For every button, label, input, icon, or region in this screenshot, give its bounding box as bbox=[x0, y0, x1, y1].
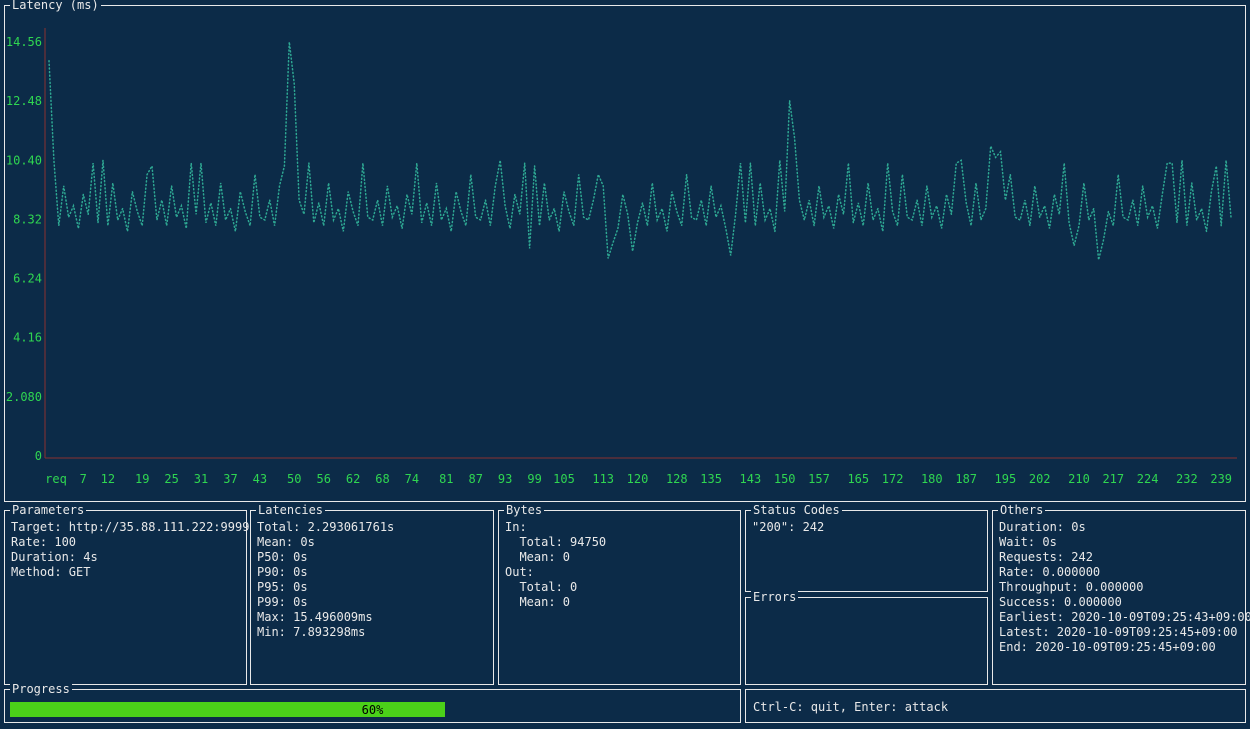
x-tick-label: 217 bbox=[1102, 472, 1124, 486]
x-tick-label: 81 bbox=[439, 472, 453, 486]
others-panel-body: Duration: 0s Wait: 0s Requests: 242 Rate: 0… bbox=[993, 511, 1250, 655]
text-line: "200": 242 bbox=[752, 520, 825, 534]
x-tick-label: 224 bbox=[1137, 472, 1159, 486]
terminal-root[interactable]: { "colors":{ "bg":"#0c2b48", "fg":"#e9e9… bbox=[0, 0, 1250, 729]
latencies-panel: Latencies Total: 2.293061761s Mean: 0s P50… bbox=[250, 503, 494, 685]
x-tick-label: 187 bbox=[955, 472, 977, 486]
x-tick-label: 37 bbox=[223, 472, 237, 486]
x-tick-label: 150 bbox=[774, 472, 796, 486]
x-tick-label: 56 bbox=[316, 472, 330, 486]
text-line: P99: 0s bbox=[257, 595, 308, 609]
text-line: Success: 0.000000 bbox=[999, 595, 1122, 609]
others-panel: Others Duration: 0s Wait: 0s Requests: 242… bbox=[992, 503, 1250, 685]
text-line: Total: 2.293061761s bbox=[257, 520, 395, 534]
text-line: In: bbox=[505, 520, 527, 534]
progress-gauge-label: 60% bbox=[361, 703, 384, 717]
x-tick-label: 232 bbox=[1176, 472, 1198, 486]
x-tick-label: 62 bbox=[346, 472, 360, 486]
x-tick-label: 99 bbox=[527, 472, 541, 486]
latencies-panel-body: Total: 2.293061761s Mean: 0s P50: 0s P90: 0… bbox=[251, 511, 493, 640]
x-tick-label: 31 bbox=[194, 472, 208, 486]
others-panel-title: Others bbox=[998, 503, 1046, 517]
x-tick-label: 93 bbox=[498, 472, 512, 486]
parameters-panel-title: Parameters bbox=[10, 503, 87, 517]
x-tick-label: 12 bbox=[101, 472, 115, 486]
x-tick-label: 87 bbox=[468, 472, 482, 486]
x-tick-label: 157 bbox=[808, 472, 830, 486]
text-line: P90: 0s bbox=[257, 565, 308, 579]
y-tick-label: 6.24 bbox=[13, 272, 42, 286]
text-line: Requests: 242 bbox=[999, 550, 1093, 564]
x-tick-label: 50 bbox=[287, 472, 301, 486]
text-line: Out: bbox=[505, 565, 534, 579]
text-line: Throughput: 0.000000 bbox=[999, 580, 1144, 594]
status-codes-panel: Status Codes "200": 242 bbox=[745, 503, 988, 592]
text-line: Total: 94750 bbox=[505, 535, 607, 549]
text-line: P95: 0s bbox=[257, 580, 308, 594]
x-tick-label: 43 bbox=[253, 472, 267, 486]
x-tick-label: 7 bbox=[80, 472, 87, 486]
x-tick-label: 105 bbox=[553, 472, 575, 486]
progress-panel: Progress 60% bbox=[4, 682, 741, 723]
x-tick-label: 25 bbox=[164, 472, 178, 486]
text-line: End: 2020-10-09T09:25:45+09:00 bbox=[999, 640, 1216, 654]
text-line: Max: 15.496009ms bbox=[257, 610, 373, 624]
help-panel: Ctrl-C: quit, Enter: attack bbox=[745, 689, 1246, 723]
x-tick-label: 239 bbox=[1210, 472, 1232, 486]
text-line: Wait: 0s bbox=[999, 535, 1057, 549]
x-axis-label: req bbox=[45, 472, 67, 486]
text-line: Target: http://35.88.111.222:9999 bbox=[11, 520, 250, 534]
x-tick-label: 113 bbox=[592, 472, 614, 486]
x-tick-label: 210 bbox=[1068, 472, 1090, 486]
errors-panel-title: Errors bbox=[751, 590, 799, 604]
latency-plot: 14.56 12.48 10.40 8.32 6.24 4.16 2.080 0req 7 12 1… bbox=[6, 28, 1237, 486]
text-line: Rate: 0.000000 bbox=[999, 565, 1101, 579]
y-tick-label: 14.56 bbox=[6, 35, 42, 49]
parameters-panel: Parameters Target: http://35.88.111.222:… bbox=[4, 503, 250, 685]
text-line: Mean: 0 bbox=[505, 550, 571, 564]
parameters-panel-body: Target: http://35.88.111.222:9999 Rate: 1… bbox=[5, 511, 250, 580]
text-line: Duration: 4s bbox=[11, 550, 98, 564]
x-tick-label: 180 bbox=[921, 472, 943, 486]
errors-panel: Errors bbox=[745, 590, 988, 685]
status-codes-panel-title: Status Codes bbox=[751, 503, 842, 517]
text-line: Method: GET bbox=[11, 565, 91, 579]
y-tick-label: 12.48 bbox=[6, 94, 42, 108]
y-tick-label: 8.32 bbox=[13, 212, 42, 226]
x-tick-label: 195 bbox=[995, 472, 1017, 486]
x-tick-label: 74 bbox=[405, 472, 419, 486]
x-tick-label: 120 bbox=[627, 472, 649, 486]
help-text: Ctrl-C: quit, Enter: attack bbox=[753, 700, 949, 714]
latency-series bbox=[48, 41, 1232, 260]
y-tick-label: 10.40 bbox=[6, 153, 42, 167]
text-line: Latest: 2020-10-09T09:25:45+09:00 bbox=[999, 625, 1238, 639]
x-tick-label: 172 bbox=[882, 472, 904, 486]
x-tick-label: 19 bbox=[135, 472, 149, 486]
y-tick-label: 4.16 bbox=[13, 331, 42, 345]
x-tick-label: 202 bbox=[1029, 472, 1051, 486]
text-line: Mean: 0 bbox=[505, 595, 571, 609]
text-line: Min: 7.893298ms bbox=[257, 625, 366, 639]
progress-panel-title: Progress bbox=[10, 682, 72, 696]
x-tick-label: 165 bbox=[847, 472, 869, 486]
latencies-panel-title: Latencies bbox=[256, 503, 326, 517]
text-line: P50: 0s bbox=[257, 550, 308, 564]
text-line: Mean: 0s bbox=[257, 535, 315, 549]
text-line: Earliest: 2020-10-09T09:25:43+09:00 bbox=[999, 610, 1250, 624]
y-tick-label: 2.080 bbox=[6, 390, 42, 404]
x-tick-label: 128 bbox=[666, 472, 688, 486]
bytes-panel: Bytes In: Total: 94750 Mean: 0 Out: Total… bbox=[498, 503, 741, 685]
x-tick-label: 68 bbox=[375, 472, 389, 486]
y-tick-label: 0 bbox=[35, 449, 42, 463]
progress-gauge: 60% bbox=[10, 702, 735, 717]
text-line: Total: 0 bbox=[505, 580, 578, 594]
x-tick-label: 135 bbox=[700, 472, 722, 486]
latency-chart-panel: Latency (ms) 14.56 12.48 10.40 8.32 6.24 4.16… bbox=[4, 0, 1246, 502]
text-line: Rate: 100 bbox=[11, 535, 77, 549]
bytes-panel-title: Bytes bbox=[504, 503, 545, 517]
text-line: Duration: 0s bbox=[999, 520, 1086, 534]
bytes-panel-body: In: Total: 94750 Mean: 0 Out: Total: 0 Me… bbox=[499, 511, 740, 610]
x-tick-label: 143 bbox=[740, 472, 762, 486]
